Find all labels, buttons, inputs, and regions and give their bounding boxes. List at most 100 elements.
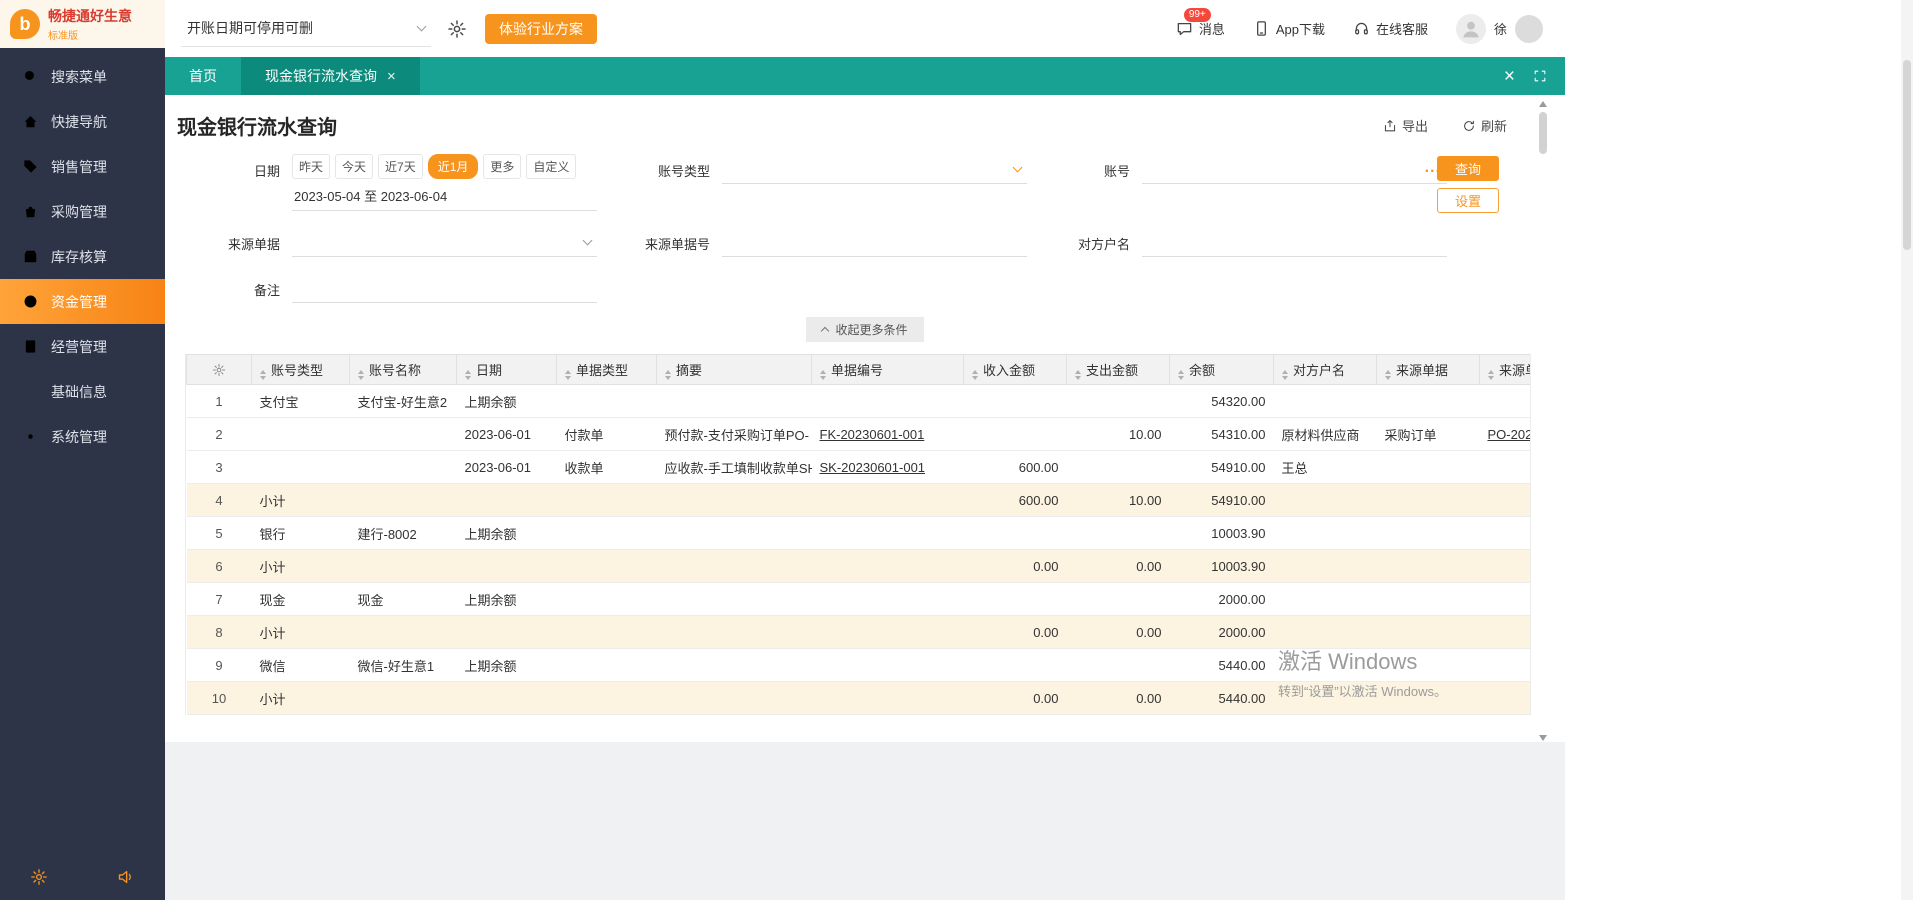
account-picker-field[interactable]: ... — [1142, 154, 1447, 184]
table-header-row: 账号类型 账号名称 日期 单据类型 摘要 单据编号 收入金额 支出金额 余额 对方户名 来源单据 来源… — [186, 354, 1530, 385]
column-header[interactable]: 账号名称 — [349, 354, 457, 385]
sort-icon[interactable] — [665, 369, 671, 380]
sidebar-item-business[interactable]: 经营管理 — [0, 324, 165, 369]
sidebar-item-label: 库存核算 — [51, 248, 107, 265]
cell-source-doc-no — [1479, 648, 1530, 682]
tab-home[interactable]: 首页 — [165, 57, 241, 95]
table-row[interactable]: 3 2023-06-01 收款单 应收款-手工填制收款单SH SK-20230601-0… — [186, 450, 1530, 484]
date-option-chip[interactable]: 近1月 — [427, 154, 479, 179]
column-header[interactable]: 来源单据 — [1376, 354, 1480, 385]
topbar-settings-gear-icon[interactable] — [447, 19, 467, 39]
query-button[interactable]: 查询 — [1437, 156, 1499, 181]
content-scrollbar[interactable] — [1537, 101, 1549, 741]
cell-rowno: 6 — [186, 549, 252, 583]
counterparty-input[interactable] — [1142, 227, 1447, 257]
fullscreen-icon[interactable] — [1533, 69, 1547, 83]
announcement-speaker-icon[interactable] — [117, 868, 135, 886]
tag-icon — [22, 158, 39, 175]
column-header[interactable]: 支出金额 — [1066, 354, 1170, 385]
date-option-chip[interactable]: 近7天 — [378, 154, 423, 179]
tab-cash-bank-flow[interactable]: 现金银行流水查询 × — [241, 57, 420, 95]
user-menu[interactable]: 徐 — [1455, 13, 1543, 44]
account-set-select[interactable]: 开账日期可停用可删 — [181, 10, 431, 47]
sort-icon[interactable] — [1178, 369, 1184, 380]
sort-icon[interactable] — [1488, 369, 1494, 380]
table-row[interactable]: 9 微信 微信-好生意1 上期余额 5440.00 — [186, 648, 1530, 682]
sidebar-settings-gear-icon[interactable] — [30, 868, 48, 886]
sidebar-item-basic-info[interactable]: 基础信息 — [0, 369, 165, 414]
doc-link[interactable]: SK-20230601-001 — [820, 460, 926, 475]
column-header[interactable]: 摘要 — [656, 354, 812, 385]
online-service-button[interactable]: 在线客服 — [1353, 19, 1428, 38]
sort-icon[interactable] — [972, 369, 978, 380]
sidebar-item-inventory[interactable]: 库存核算 — [0, 234, 165, 279]
sidebar-item-search-menu[interactable]: 搜索菜单 — [0, 54, 165, 99]
tab-close-icon[interactable]: × — [387, 69, 396, 84]
sort-icon[interactable] — [465, 369, 471, 380]
column-header[interactable]: 日期 — [456, 354, 557, 385]
sort-icon[interactable] — [1075, 369, 1081, 380]
messages-button[interactable]: 99+ 消息 — [1176, 8, 1225, 38]
column-header[interactable]: 余额 — [1169, 354, 1274, 385]
sort-icon[interactable] — [358, 369, 364, 380]
collapse-conditions-button[interactable]: 收起更多条件 — [806, 317, 924, 342]
column-header[interactable]: 对方户名 — [1273, 354, 1377, 385]
column-header-label: 支出金额 — [1086, 362, 1139, 378]
refresh-button[interactable]: 刷新 — [1462, 116, 1507, 135]
table-row[interactable]: 7 现金 现金 上期余额 2000.00 — [186, 582, 1530, 616]
sort-icon[interactable] — [565, 369, 571, 380]
table-row-subtotal[interactable]: 8 小计 0.00 0.00 2000.00 — [186, 615, 1530, 649]
browser-scrollbar[interactable] — [1901, 0, 1913, 900]
table-row[interactable]: 5 银行 建行-8002 上期余额 10003.90 — [186, 516, 1530, 550]
account-type-select[interactable] — [722, 154, 1027, 184]
remark-input[interactable] — [292, 273, 597, 303]
app-download-button[interactable]: App下载 — [1253, 19, 1325, 38]
sidebar-item-funds[interactable]: 资金管理 — [0, 279, 165, 324]
browser-scrollbar-thumb[interactable] — [1903, 60, 1911, 250]
cell-counterparty — [1273, 648, 1377, 682]
date-option-chip[interactable]: 更多 — [483, 154, 522, 179]
sort-icon[interactable] — [820, 369, 826, 380]
column-settings-header[interactable] — [186, 354, 252, 385]
table-row-subtotal[interactable]: 10 小计 0.00 0.00 5440.00 — [186, 681, 1530, 715]
export-button[interactable]: 导出 — [1383, 116, 1428, 135]
date-range-value[interactable]: 2023-05-04 至 2023-06-04 — [292, 183, 597, 211]
date-option-chip[interactable]: 自定义 — [526, 154, 577, 179]
date-option-chip[interactable]: 昨天 — [292, 154, 331, 179]
doc-link[interactable]: PO-20230601-001 — [1488, 427, 1531, 442]
column-header[interactable]: 单据编号 — [811, 354, 964, 385]
scrollbar-thumb[interactable] — [1539, 112, 1547, 154]
cell-income — [963, 417, 1067, 451]
refresh-icon — [1462, 119, 1476, 133]
table-row-subtotal[interactable]: 6 小计 0.00 0.00 10003.90 — [186, 549, 1530, 583]
sidebar-item-quick-nav[interactable]: 快捷导航 — [0, 99, 165, 144]
sidebar-item-sales[interactable]: 销售管理 — [0, 144, 165, 189]
column-header[interactable]: 来源单据号 — [1479, 354, 1530, 385]
cell-income — [963, 582, 1067, 616]
scroll-up-icon[interactable] — [1539, 101, 1547, 107]
source-doc-select[interactable] — [292, 227, 597, 257]
table-settings-gear-icon[interactable] — [212, 363, 226, 377]
sort-icon[interactable] — [1385, 369, 1391, 380]
table-row-subtotal[interactable]: 4 小计 600.00 10.00 54910.00 — [186, 483, 1530, 517]
sidebar-item-purchase[interactable]: 采购管理 — [0, 189, 165, 234]
scroll-down-icon[interactable] — [1539, 735, 1547, 741]
sort-icon[interactable] — [1282, 369, 1288, 380]
date-option-chip[interactable]: 今天 — [335, 154, 374, 179]
sidebar-item-system[interactable]: 系统管理 — [0, 414, 165, 459]
trial-plan-button[interactable]: 体验行业方案 — [485, 13, 597, 44]
doc-link[interactable]: FK-20230601-001 — [820, 427, 925, 442]
cell-balance: 54910.00 — [1169, 450, 1274, 484]
table-row[interactable]: 1 支付宝 支付宝-好生意2 上期余额 54320.00 — [186, 384, 1530, 418]
column-header[interactable]: 单据类型 — [556, 354, 657, 385]
close-tabs-icon[interactable]: × — [1504, 67, 1515, 86]
column-header[interactable]: 账号类型 — [251, 354, 350, 385]
table-row[interactable]: 2 2023-06-01 付款单 预付款-支付采购订单PO- FK-20230601-0… — [186, 417, 1531, 451]
box-icon — [22, 248, 39, 265]
bag-icon — [22, 203, 39, 220]
sort-icon[interactable] — [260, 369, 266, 380]
cell-income — [963, 516, 1067, 550]
filter-settings-button[interactable]: 设置 — [1437, 188, 1499, 213]
source-doc-no-input[interactable] — [722, 227, 1027, 257]
column-header[interactable]: 收入金额 — [963, 354, 1067, 385]
